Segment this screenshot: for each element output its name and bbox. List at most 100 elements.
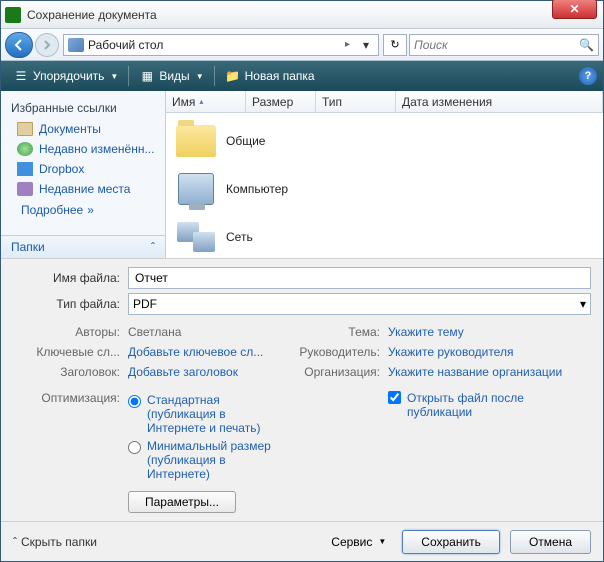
- file-item-computer[interactable]: Компьютер: [166, 165, 603, 213]
- manager-label: Руководитель:: [293, 345, 388, 359]
- views-icon: ▦: [139, 68, 155, 84]
- filetype-value: PDF: [133, 297, 157, 311]
- column-size[interactable]: Размер: [246, 91, 316, 112]
- params-button[interactable]: Параметры...: [128, 491, 236, 513]
- nav-back-button[interactable]: [5, 32, 33, 58]
- dropbox-icon: [17, 162, 33, 176]
- file-label: Общие: [226, 134, 265, 148]
- topic-value[interactable]: Укажите тему: [388, 325, 591, 339]
- sidebar-item-label: Документы: [39, 122, 101, 136]
- chevron-up-icon: ˆ: [13, 535, 17, 549]
- address-text: Рабочий стол: [88, 38, 337, 52]
- documents-icon: [17, 122, 33, 136]
- column-type[interactable]: Тип: [316, 91, 396, 112]
- organize-button[interactable]: ☰ Упорядочить ▼: [7, 65, 124, 87]
- organize-icon: ☰: [13, 68, 29, 84]
- computer-icon: [178, 173, 214, 205]
- file-label: Компьютер: [226, 182, 288, 196]
- org-label: Организация:: [293, 365, 388, 379]
- sidebar-item-places[interactable]: Недавние места: [1, 179, 165, 199]
- service-button[interactable]: Сервис ▼: [325, 533, 392, 551]
- optimize-minimal-label[interactable]: Минимальный размер (публикация в Интерне…: [147, 439, 287, 481]
- network-icon: [177, 222, 215, 252]
- org-value[interactable]: Укажите название организации: [388, 365, 591, 379]
- search-box[interactable]: 🔍: [409, 34, 599, 56]
- places-icon: [17, 182, 33, 196]
- body: Избранные ссылки Документы Недавно измен…: [1, 91, 603, 258]
- sidebar-item-dropbox[interactable]: Dropbox: [1, 159, 165, 179]
- cancel-button[interactable]: Отмена: [510, 530, 591, 554]
- app-icon: [5, 7, 21, 23]
- file-pane: Имя ▴ Размер Тип Дата изменения Общие Ко…: [166, 91, 603, 258]
- file-label: Сеть: [226, 230, 253, 244]
- filename-label: Имя файла:: [13, 271, 128, 285]
- topic-label: Тема:: [293, 325, 388, 339]
- authors-label: Авторы:: [13, 325, 128, 339]
- chevron-down-icon: ▼: [378, 537, 386, 546]
- file-item-folder[interactable]: Общие: [166, 117, 603, 165]
- address-bar[interactable]: Рабочий стол ▸ ▾: [63, 34, 379, 56]
- filename-input[interactable]: [128, 267, 591, 289]
- file-item-network[interactable]: Сеть: [166, 213, 603, 258]
- open-after-label[interactable]: Открыть файл после публикации: [407, 391, 557, 419]
- column-headers: Имя ▴ Размер Тип Дата изменения: [166, 91, 603, 113]
- arrow-right-icon: [41, 39, 53, 51]
- sidebar-item-recent[interactable]: Недавно изменённ...: [1, 139, 165, 159]
- sort-arrow-icon: ▴: [199, 97, 203, 106]
- nav-bar: Рабочий стол ▸ ▾ ↻ 🔍: [1, 29, 603, 61]
- hide-folders-button[interactable]: ˆ Скрыть папки: [13, 535, 97, 549]
- title-value[interactable]: Добавьте заголовок: [128, 365, 293, 379]
- new-folder-button[interactable]: 📁 Новая папка: [219, 65, 321, 87]
- filetype-label: Тип файла:: [13, 297, 128, 311]
- keywords-value[interactable]: Добавьте ключевое сл...: [128, 345, 293, 359]
- title-label: Заголовок:: [13, 365, 128, 379]
- file-list: Общие Компьютер Сеть: [166, 113, 603, 258]
- filetype-select[interactable]: PDF ▾: [128, 293, 591, 315]
- help-button[interactable]: ?: [579, 67, 597, 85]
- favorites-header: Избранные ссылки: [1, 97, 165, 119]
- toolbar: ☰ Упорядочить ▼ ▦ Виды ▼ 📁 Новая папка ?: [1, 61, 603, 91]
- organize-label: Упорядочить: [33, 69, 104, 83]
- folder-icon: [176, 125, 216, 157]
- new-folder-label: Новая папка: [245, 69, 315, 83]
- column-date[interactable]: Дата изменения: [396, 91, 603, 112]
- keywords-label: Ключевые сл...: [13, 345, 128, 359]
- desktop-icon: [68, 38, 84, 52]
- nav-forward-button[interactable]: [35, 33, 59, 57]
- breadcrumb-arrow-icon[interactable]: ▸: [337, 39, 358, 50]
- hide-folders-label: Скрыть папки: [21, 535, 97, 549]
- sidebar-item-documents[interactable]: Документы: [1, 119, 165, 139]
- column-name[interactable]: Имя ▴: [166, 91, 246, 112]
- authors-value[interactable]: Светлана: [128, 325, 181, 339]
- refresh-button[interactable]: ↻: [383, 34, 407, 56]
- recent-icon: [17, 142, 33, 156]
- sidebar-item-label: Недавно изменённ...: [39, 142, 154, 156]
- chevron-down-icon: ▼: [196, 72, 204, 81]
- open-after-checkbox[interactable]: [388, 391, 401, 404]
- chevron-down-icon: ▼: [110, 72, 118, 81]
- sidebar-more[interactable]: Подробнее »: [1, 199, 165, 221]
- views-label: Виды: [159, 69, 189, 83]
- refresh-icon: ↻: [390, 38, 399, 51]
- separator: [214, 66, 215, 86]
- chevrons-right-icon: »: [87, 203, 94, 217]
- sidebar-more-label: Подробнее: [21, 203, 83, 217]
- arrow-left-icon: [12, 38, 26, 52]
- address-dropdown-icon[interactable]: ▾: [358, 38, 374, 52]
- search-icon[interactable]: 🔍: [579, 38, 594, 52]
- search-input[interactable]: [414, 38, 579, 52]
- views-button[interactable]: ▦ Виды ▼: [133, 65, 209, 87]
- sidebar: Избранные ссылки Документы Недавно измен…: [1, 91, 166, 258]
- manager-value[interactable]: Укажите руководителя: [388, 345, 591, 359]
- optimize-standard-label[interactable]: Стандартная (публикация в Интернете и пе…: [147, 393, 287, 435]
- folders-toggle[interactable]: Папки ˆ: [1, 235, 165, 258]
- chevron-up-icon: ˆ: [151, 240, 155, 254]
- sidebar-item-label: Недавние места: [39, 182, 130, 196]
- optimize-standard-radio[interactable]: [128, 395, 141, 408]
- save-dialog: Сохранение документа ✕ Рабочий стол ▸ ▾ …: [0, 0, 604, 562]
- sidebar-item-label: Dropbox: [39, 162, 84, 176]
- close-button[interactable]: ✕: [552, 0, 597, 19]
- optimize-minimal-radio[interactable]: [128, 441, 141, 454]
- window-title: Сохранение документа: [27, 8, 599, 22]
- save-button[interactable]: Сохранить: [402, 530, 500, 554]
